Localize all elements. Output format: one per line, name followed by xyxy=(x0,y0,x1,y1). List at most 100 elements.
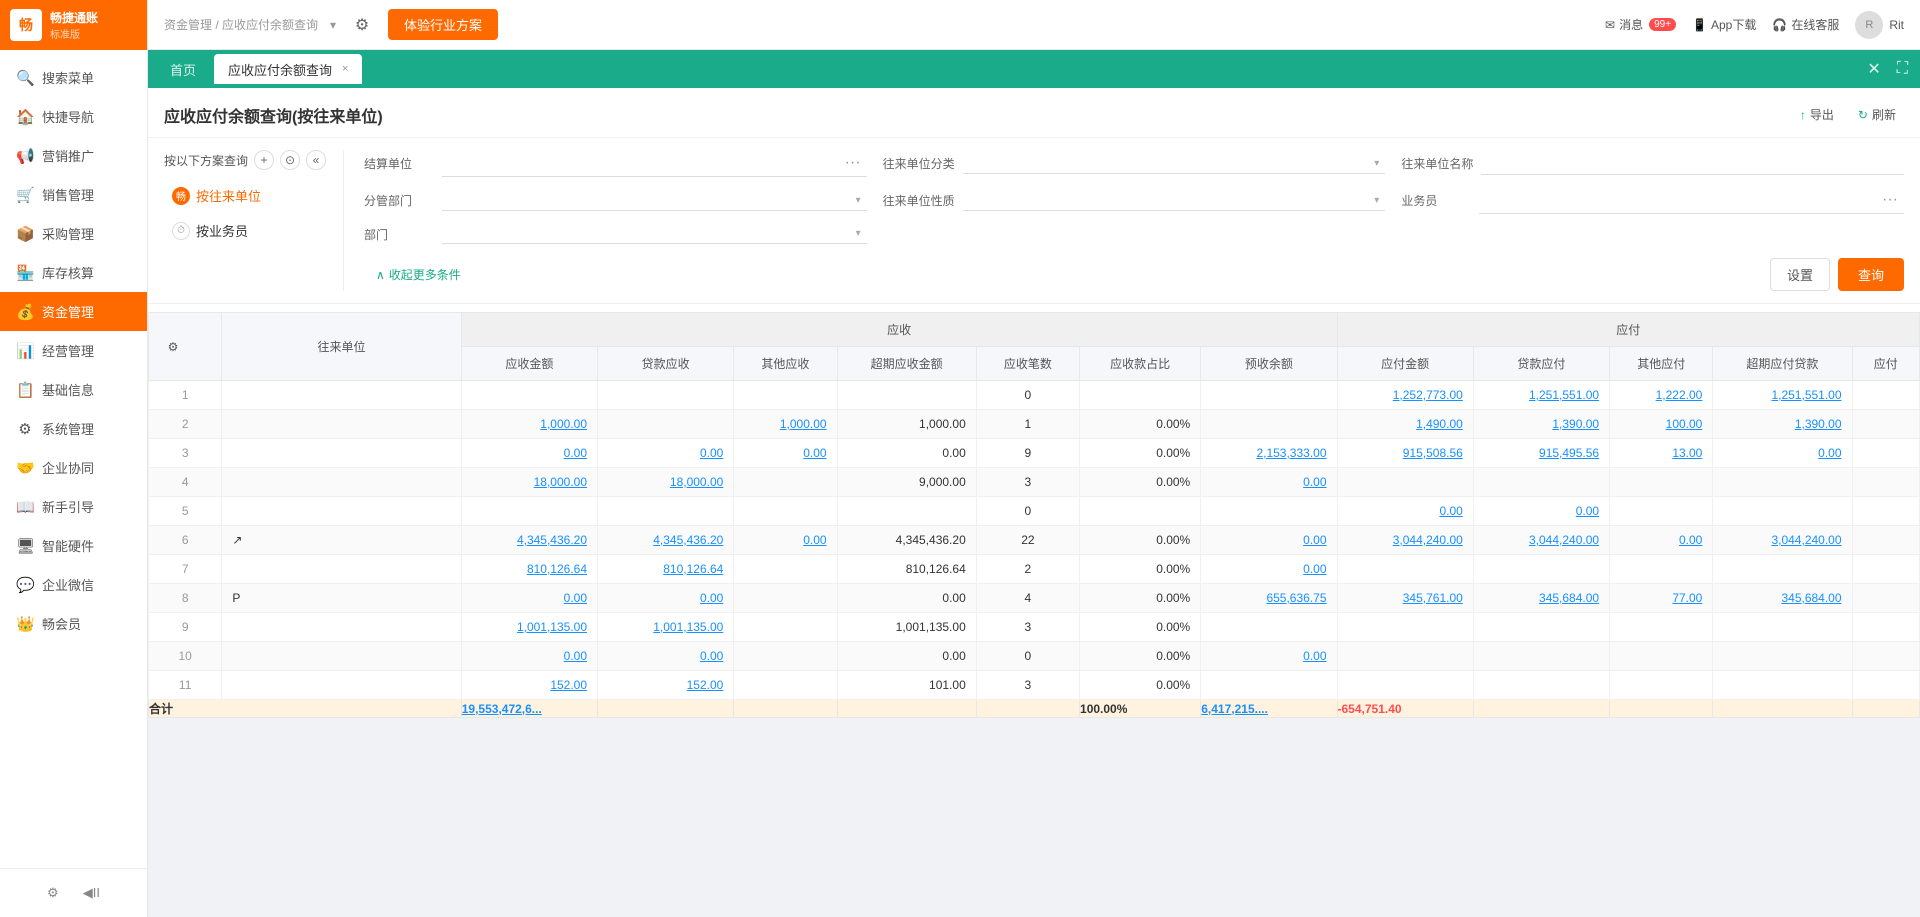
sidebar-item-purchase[interactable]: 📦 采购管理 xyxy=(0,214,147,253)
cell-other_receivable[interactable]: 0.00 xyxy=(734,439,837,468)
cell-loan_payable[interactable] xyxy=(1473,555,1609,584)
cell-receivable_amount[interactable] xyxy=(461,497,597,526)
cell-payable_amount[interactable] xyxy=(1337,555,1473,584)
sidebar-item-search[interactable]: 🔍 搜索菜单 xyxy=(0,58,147,97)
cell-loan_receivable[interactable] xyxy=(598,410,734,439)
cell-loan_payable[interactable] xyxy=(1473,642,1609,671)
cell-receivable_amount[interactable]: 810,126.64 xyxy=(461,555,597,584)
topbar-user[interactable]: R Rit xyxy=(1855,11,1904,39)
cell-other_receivable[interactable]: 1,000.00 xyxy=(734,410,837,439)
sidebar-item-collab[interactable]: 🤝 企业协同 xyxy=(0,448,147,487)
scheme-settings-button[interactable]: ⊙ xyxy=(280,150,300,170)
sidebar-item-marketing[interactable]: 📢 营销推广 xyxy=(0,136,147,175)
cell-other_receivable[interactable] xyxy=(734,613,837,642)
cell-loan_receivable[interactable]: 0.00 xyxy=(598,642,734,671)
cell-loan_receivable[interactable]: 18,000.00 xyxy=(598,468,734,497)
cell-overdue_payable[interactable]: 0.00 xyxy=(1713,439,1852,468)
cell-payable_amount[interactable] xyxy=(1337,671,1473,700)
cell-overdue_payable[interactable] xyxy=(1713,555,1852,584)
topbar-settings-icon[interactable]: ⚙ xyxy=(348,11,376,39)
cell-loan_payable[interactable] xyxy=(1473,468,1609,497)
cell-payable_amount[interactable]: 915,508.56 xyxy=(1337,439,1473,468)
cell-overdue_payable[interactable] xyxy=(1713,497,1852,526)
cell-loan_payable[interactable]: 1,251,551.00 xyxy=(1473,381,1609,410)
cell-payable_amount[interactable] xyxy=(1337,642,1473,671)
sidebar-item-vip[interactable]: 👑 畅会员 xyxy=(0,604,147,643)
footer-receivable-amount[interactable]: 19,553,472,6... xyxy=(461,700,597,718)
cell-advance_balance[interactable]: 0.00 xyxy=(1201,526,1337,555)
cell-loan_receivable[interactable]: 1,001,135.00 xyxy=(598,613,734,642)
export-button[interactable]: ↑ 导出 xyxy=(1792,102,1842,127)
cell-loan_payable[interactable]: 3,044,240.00 xyxy=(1473,526,1609,555)
scheme-collapse-button[interactable]: « xyxy=(306,150,326,170)
cell-other_payable[interactable]: 100.00 xyxy=(1610,410,1713,439)
sidebar-item-finance[interactable]: 💰 资金管理 xyxy=(0,292,147,331)
cell-loan_payable[interactable]: 0.00 xyxy=(1473,497,1609,526)
table-settings-icon[interactable]: ⚙ xyxy=(159,333,187,361)
cell-advance_balance[interactable]: 2,153,333.00 xyxy=(1201,439,1337,468)
scheme-by-staff[interactable]: ⏱ 按业务员 xyxy=(164,215,331,246)
cell-receivable_amount[interactable]: 0.00 xyxy=(461,642,597,671)
cell-payable_amount[interactable]: 3,044,240.00 xyxy=(1337,526,1473,555)
filter-query-button[interactable]: 查询 xyxy=(1838,258,1904,291)
cell-receivable_amount[interactable]: 1,000.00 xyxy=(461,410,597,439)
cell-advance_balance[interactable] xyxy=(1201,671,1337,700)
cell-payable_amount[interactable]: 1,490.00 xyxy=(1337,410,1473,439)
cell-other_payable[interactable]: 0.00 xyxy=(1610,526,1713,555)
sidebar-item-wechat[interactable]: 💬 企业微信 xyxy=(0,565,147,604)
cell-overdue_payable[interactable]: 3,044,240.00 xyxy=(1713,526,1852,555)
cell-overdue_payable[interactable]: 1,390.00 xyxy=(1713,410,1852,439)
cell-receivable_amount[interactable] xyxy=(461,381,597,410)
cell-loan_receivable[interactable]: 0.00 xyxy=(598,439,734,468)
sidebar-item-basic[interactable]: 📋 基础信息 xyxy=(0,370,147,409)
cell-other_receivable[interactable] xyxy=(734,497,837,526)
cell-loan_receivable[interactable]: 152.00 xyxy=(598,671,734,700)
cell-payable_amount[interactable]: 0.00 xyxy=(1337,497,1473,526)
tab-home[interactable]: 首页 xyxy=(156,54,210,84)
cell-advance_balance[interactable] xyxy=(1201,381,1337,410)
cell-overdue_payable[interactable] xyxy=(1713,613,1852,642)
cell-loan_payable[interactable]: 345,684.00 xyxy=(1473,584,1609,613)
cell-other_payable[interactable] xyxy=(1610,613,1713,642)
sidebar-item-inventory[interactable]: 🏪 库存核算 xyxy=(0,253,147,292)
settlement-select[interactable]: ··· xyxy=(442,150,867,177)
cell-other_receivable[interactable]: 0.00 xyxy=(734,526,837,555)
filter-settings-button[interactable]: 设置 xyxy=(1770,258,1830,291)
cell-advance_balance[interactable]: 655,636.75 xyxy=(1201,584,1337,613)
cell-receivable_amount[interactable]: 0.00 xyxy=(461,439,597,468)
cell-other_receivable[interactable] xyxy=(734,671,837,700)
topbar-message[interactable]: ✉ 消息 99+ xyxy=(1605,16,1676,33)
cell-overdue_payable[interactable] xyxy=(1713,642,1852,671)
th-settings[interactable]: ⚙ xyxy=(149,313,222,381)
cell-receivable_amount[interactable]: 0.00 xyxy=(461,584,597,613)
topbar-online-service[interactable]: 🎧 在线客服 xyxy=(1772,16,1839,33)
tab-close-icon[interactable]: × xyxy=(342,63,348,75)
cell-other_receivable[interactable] xyxy=(734,584,837,613)
sidebar-collapse-btn[interactable]: ◀II xyxy=(73,879,110,907)
sidebar-item-guide[interactable]: 📖 新手引导 xyxy=(0,487,147,526)
cell-loan_payable[interactable]: 1,390.00 xyxy=(1473,410,1609,439)
cell-other_payable[interactable] xyxy=(1610,497,1713,526)
add-scheme-button[interactable]: + xyxy=(254,150,274,170)
cell-overdue_payable[interactable] xyxy=(1713,468,1852,497)
cell-advance_balance[interactable]: 0.00 xyxy=(1201,468,1337,497)
refresh-button[interactable]: ↻ 刷新 xyxy=(1850,102,1904,127)
cell-other_receivable[interactable] xyxy=(734,381,837,410)
scheme-by-unit[interactable]: 畅 按往来单位 xyxy=(164,180,331,211)
salesperson-dots[interactable]: ··· xyxy=(1882,191,1898,209)
cell-loan_receivable[interactable] xyxy=(598,497,734,526)
settlement-dots[interactable]: ··· xyxy=(845,154,861,172)
cell-other_payable[interactable]: 1,222.00 xyxy=(1610,381,1713,410)
industry-solution-button[interactable]: 体验行业方案 xyxy=(388,9,498,40)
dept-mgr-select[interactable]: ▾ xyxy=(442,191,867,211)
cell-payable_amount[interactable] xyxy=(1337,613,1473,642)
cell-overdue_payable[interactable]: 1,251,551.00 xyxy=(1713,381,1852,410)
cell-overdue_payable[interactable] xyxy=(1713,671,1852,700)
cell-loan_receivable[interactable]: 4,345,436.20 xyxy=(598,526,734,555)
cell-payable_amount[interactable] xyxy=(1337,468,1473,497)
tabbar-expand-icon[interactable]: ⛶ xyxy=(1893,56,1912,82)
cell-advance_balance[interactable] xyxy=(1201,613,1337,642)
cell-other_receivable[interactable] xyxy=(734,468,837,497)
cell-receivable_amount[interactable]: 4,345,436.20 xyxy=(461,526,597,555)
sidebar-item-sales[interactable]: 🛒 销售管理 xyxy=(0,175,147,214)
